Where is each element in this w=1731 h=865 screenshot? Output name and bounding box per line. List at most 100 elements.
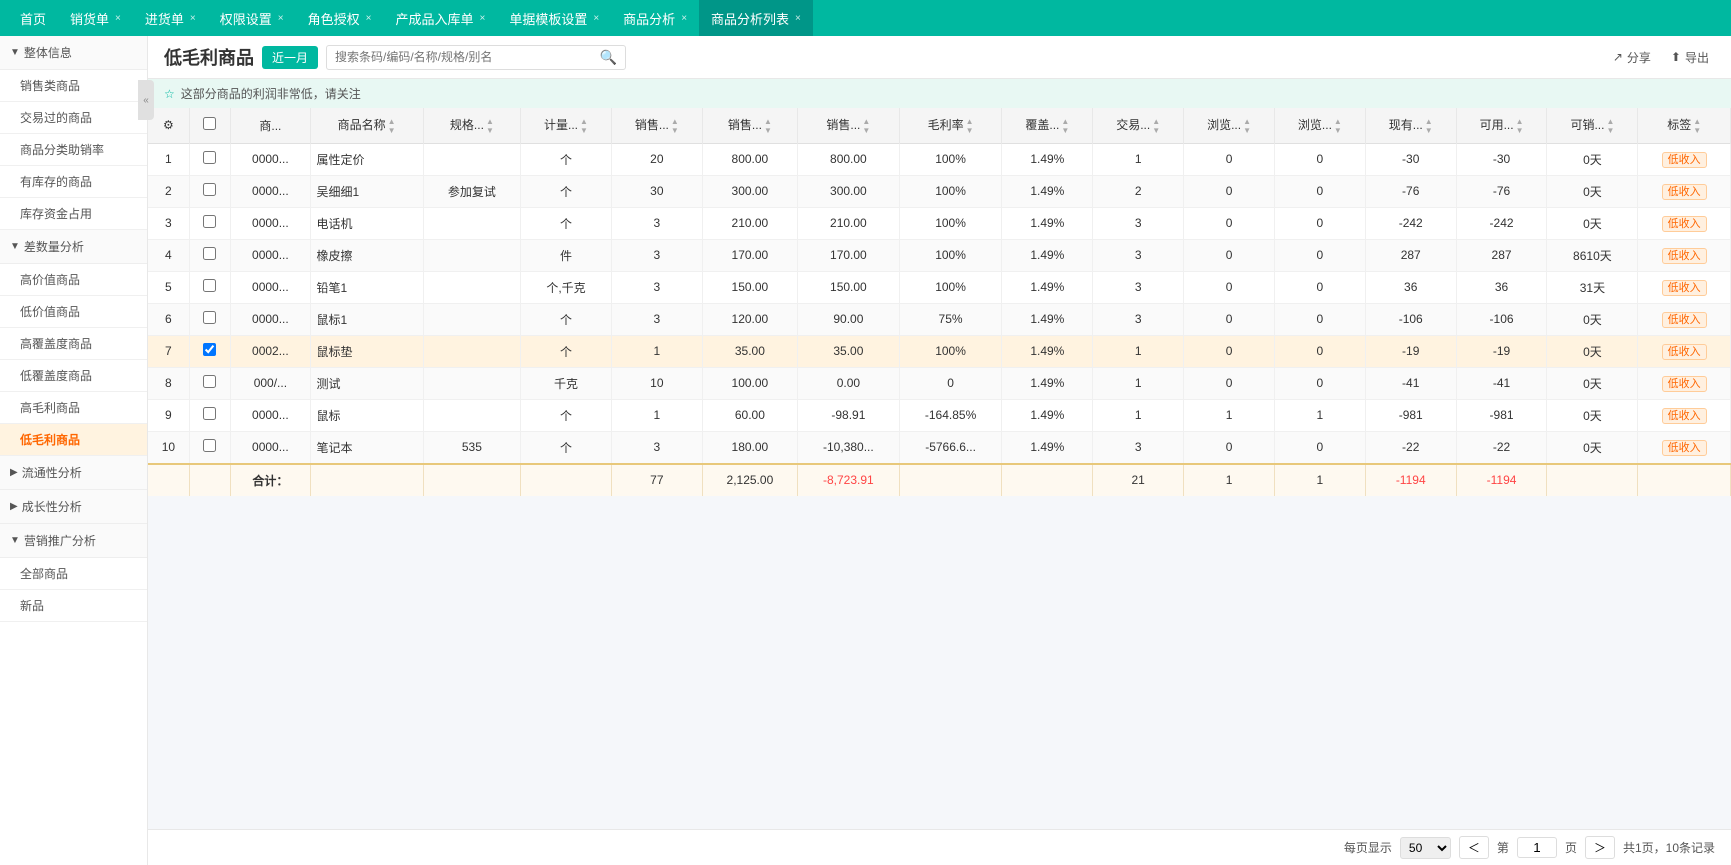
row-checkbox[interactable] [203,375,216,388]
row-no: 9 [148,399,189,431]
sidebar-item-高价值商品[interactable]: 高价值商品 [0,264,147,296]
row-gross-margin: -5766.6... [899,431,1002,464]
sidebar-group-成长性分析[interactable]: ▶成长性分析 [0,490,147,524]
row-views1: 0 [1184,143,1275,175]
col-header-sales_profit[interactable]: 销售...▲▼ [798,108,900,143]
col-header-spec[interactable]: 规格...▲▼ [423,108,520,143]
col-header-sales_qty[interactable]: 销售...▲▼ [611,108,702,143]
row-trade: 3 [1093,207,1184,239]
share-btn[interactable]: ↗ 分享 [1607,46,1657,69]
sidebar-item-低覆盖度商品[interactable]: 低覆盖度商品 [0,360,147,392]
row-checkbox-cell [189,239,230,271]
nav-item-销货单[interactable]: 销货单× [58,0,133,36]
row-checkbox[interactable] [203,151,216,164]
col-header-views1[interactable]: 浏览...▲▼ [1184,108,1275,143]
col-header-current_stock[interactable]: 现有...▲▼ [1365,108,1456,143]
nav-item-产成品入库单[interactable]: 产成品入库单× [383,0,497,36]
sidebar-group-营销推广分析[interactable]: ▼营销推广分析 [0,524,147,558]
row-sales-profit: 0.00 [798,367,900,399]
nav-close-角色授权[interactable]: × [366,13,372,24]
col-header-views2[interactable]: 浏览...▲▼ [1274,108,1365,143]
col-header-sellable[interactable]: 可销...▲▼ [1547,108,1638,143]
row-sellable: 0天 [1547,399,1638,431]
row-spec [423,271,520,303]
views1-link[interactable]: 0 [1226,248,1233,262]
sidebar-item-库存资金占用[interactable]: 库存资金占用 [0,198,147,230]
sidebar-group-流通性分析[interactable]: ▶流通性分析 [0,456,147,490]
nav-item-商品分析[interactable]: 商品分析× [611,0,699,36]
sidebar-collapse-btn[interactable]: « [138,80,154,120]
select-all-checkbox[interactable] [203,117,216,130]
row-checkbox[interactable] [203,183,216,196]
sidebar-item-低价值商品[interactable]: 低价值商品 [0,296,147,328]
nav-close-权限设置[interactable]: × [278,13,284,24]
row-name: 测试 [310,367,423,399]
row-checkbox[interactable] [203,247,216,260]
nav-item-进货单[interactable]: 进货单× [133,0,208,36]
row-checkbox[interactable] [203,439,216,452]
row-checkbox[interactable] [203,407,216,420]
views1-link[interactable]: 0 [1226,152,1233,166]
settings-icon[interactable]: ⚙ [163,118,174,132]
row-trade: 3 [1093,431,1184,464]
page-number-input[interactable] [1517,837,1557,858]
sidebar-item-交易过的商品[interactable]: 交易过的商品 [0,102,147,134]
col-header-name[interactable]: 商品名称▲▼ [310,108,423,143]
col-header-sales_amount[interactable]: 销售...▲▼ [702,108,797,143]
sidebar-item-商品分类助销率[interactable]: 商品分类助销率 [0,134,147,166]
row-checkbox[interactable] [203,215,216,228]
col-header-gross_margin[interactable]: 毛利率▲▼ [899,108,1002,143]
nav-close-进货单[interactable]: × [190,13,196,24]
nav-close-单据模板设置[interactable]: × [593,13,599,24]
search-input[interactable] [335,50,600,64]
row-sellable: 0天 [1547,335,1638,367]
page-size-select[interactable]: 50 100 200 [1400,837,1451,859]
views1-link[interactable]: 0 [1226,280,1233,294]
nav-close-商品分析[interactable]: × [681,13,687,24]
sidebar-item-高覆盖度商品[interactable]: 高覆盖度商品 [0,328,147,360]
col-header-code[interactable]: 商... [231,108,310,143]
date-filter-btn[interactable]: 近一月 [262,46,318,69]
views1-link[interactable]: 0 [1226,216,1233,230]
sidebar-item-高毛利商品[interactable]: 高毛利商品 [0,392,147,424]
views1-link[interactable]: 0 [1226,440,1233,454]
nav-item-单据模板设置[interactable]: 单据模板设置× [497,0,611,36]
next-page-btn[interactable]: ＞ [1585,836,1615,859]
views1-link[interactable]: 1 [1226,408,1233,422]
sidebar-item-低毛利商品[interactable]: 低毛利商品 [0,424,147,456]
sidebar-item-销售类商品[interactable]: 销售类商品 [0,70,147,102]
col-header-unit[interactable]: 计量...▲▼ [521,108,612,143]
sidebar-group-整体信息[interactable]: ▼整体信息 [0,36,147,70]
col-header-tag[interactable]: 标签▲▼ [1638,108,1731,143]
arrow-icon: ▼ [10,535,20,546]
export-btn[interactable]: ⬆ 导出 [1665,46,1715,69]
nav-close-产成品入库单[interactable]: × [479,13,485,24]
row-tag: 低收入 [1638,303,1731,335]
row-tag: 低收入 [1638,367,1731,399]
sidebar-group-差数量分析[interactable]: ▼差数量分析 [0,230,147,264]
row-checkbox[interactable] [203,343,216,356]
col-header-trade[interactable]: 交易...▲▼ [1093,108,1184,143]
sidebar-item-全部商品[interactable]: 全部商品 [0,558,147,590]
tag-badge: 低收入 [1662,216,1707,232]
nav-item-商品分析列表[interactable]: 商品分析列表× [699,0,813,36]
row-checkbox[interactable] [203,311,216,324]
views1-link[interactable]: 0 [1226,312,1233,326]
views1-link[interactable]: 0 [1226,344,1233,358]
sidebar-item-有库存的商品[interactable]: 有库存的商品 [0,166,147,198]
nav-item-首页[interactable]: 首页 [8,0,58,36]
views1-link[interactable]: 0 [1226,184,1233,198]
col-header-available[interactable]: 可用...▲▼ [1456,108,1547,143]
nav-close-商品分析列表[interactable]: × [795,13,801,24]
row-checkbox[interactable] [203,279,216,292]
col-header-coverage[interactable]: 覆盖...▲▼ [1002,108,1093,143]
nav-item-权限设置[interactable]: 权限设置× [208,0,296,36]
nav-item-角色授权[interactable]: 角色授权× [296,0,384,36]
row-spec [423,303,520,335]
nav-close-销货单[interactable]: × [115,13,121,24]
sidebar-item-新品[interactable]: 新品 [0,590,147,622]
prev-page-btn[interactable]: ＜ [1459,836,1489,859]
row-name: 铅笔1 [310,271,423,303]
views1-link[interactable]: 0 [1226,376,1233,390]
notice-icon: ☆ [164,87,175,101]
